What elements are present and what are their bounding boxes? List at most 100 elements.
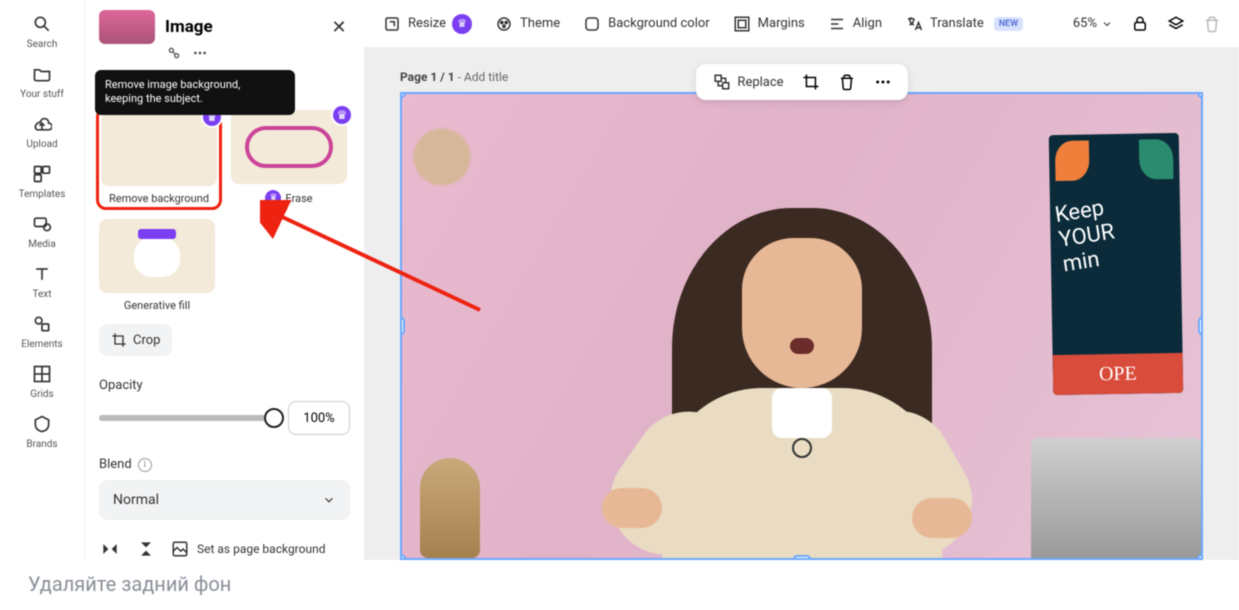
upload-icon xyxy=(30,112,54,136)
replace-button[interactable]: Replace xyxy=(711,72,783,92)
remove-bg-label: Remove background xyxy=(109,192,209,205)
lock-icon[interactable] xyxy=(1131,15,1149,33)
figure-caption: Удаляйте задний фон xyxy=(0,560,1239,608)
opacity-label: Opacity xyxy=(99,378,350,393)
selected-image-thumb[interactable] xyxy=(99,10,155,44)
bg-color-icon xyxy=(582,14,602,34)
canvas-area: Resize ♛ Theme Background color Margins … xyxy=(364,0,1239,560)
nav-brands-label: Brands xyxy=(26,439,57,450)
nav-search[interactable]: Search xyxy=(27,12,58,50)
resize-label: Resize xyxy=(408,16,446,31)
blend-select[interactable]: Normal xyxy=(99,480,350,520)
blend-value: Normal xyxy=(113,492,159,508)
slider-knob[interactable] xyxy=(264,408,284,428)
stage: Replace Page 1 / 1 - Add title KeepYOURm… xyxy=(364,48,1239,560)
margins-button[interactable]: Margins xyxy=(732,14,805,34)
more-icon[interactable] xyxy=(191,44,209,62)
opacity-slider[interactable] xyxy=(99,415,274,421)
chevron-down-icon xyxy=(1101,18,1113,30)
resize-handle[interactable] xyxy=(1197,554,1203,560)
nav-your-stuff-label: Your stuff xyxy=(20,89,64,100)
resize-icon xyxy=(382,14,402,34)
margins-icon xyxy=(732,14,752,34)
nav-text-label: Text xyxy=(32,289,51,300)
set-as-page-bg-button[interactable]: Set as page background xyxy=(171,540,325,558)
decor-vase xyxy=(420,458,480,558)
nav-elements[interactable]: Elements xyxy=(21,312,62,350)
remove-bg-tooltip: Remove image background, keeping the sub… xyxy=(95,70,295,115)
close-panel-button[interactable]: ✕ xyxy=(328,16,350,38)
layers-icon[interactable] xyxy=(1167,15,1185,33)
trash-icon[interactable] xyxy=(838,73,856,91)
nav-media[interactable]: Media xyxy=(28,212,56,250)
bg-color-label: Background color xyxy=(608,16,710,31)
floating-toolbar: Replace xyxy=(695,64,907,100)
text-icon xyxy=(30,262,54,286)
trash-icon[interactable] xyxy=(1203,15,1221,33)
replace-icon xyxy=(711,72,731,92)
decor-poster: KeepYOURmin OPE xyxy=(1049,133,1184,395)
nav-grids-label: Grids xyxy=(30,389,53,400)
premium-dot-icon: ♛ xyxy=(452,14,472,34)
theme-label: Theme xyxy=(520,16,560,31)
more-icon[interactable] xyxy=(874,73,892,91)
nav-search-label: Search xyxy=(27,39,58,50)
nav-templates[interactable]: Templates xyxy=(19,162,66,200)
canvas[interactable]: KeepYOURmin OPE xyxy=(400,92,1203,560)
new-badge: NEW xyxy=(994,17,1023,31)
erase-tile[interactable]: ♛ ♛ Erase xyxy=(231,110,347,207)
align-label: Align xyxy=(853,16,882,31)
translate-label: Translate xyxy=(930,16,984,31)
nav-your-stuff[interactable]: Your stuff xyxy=(20,62,64,100)
resize-handle[interactable] xyxy=(400,554,406,560)
align-icon xyxy=(827,14,847,34)
generative-fill-preview xyxy=(99,219,215,293)
nav-brands[interactable]: Brands xyxy=(26,412,57,450)
nav-templates-label: Templates xyxy=(19,189,66,200)
translate-icon xyxy=(904,14,924,34)
background-color-button[interactable]: Background color xyxy=(582,14,710,34)
theme-button[interactable]: Theme xyxy=(494,14,560,34)
remove-bg-preview: ♛ xyxy=(101,112,217,186)
zoom-value: 65% xyxy=(1073,16,1097,31)
flip-vertical-icon[interactable] xyxy=(135,538,157,560)
resize-handle[interactable] xyxy=(1198,317,1203,335)
resize-handle[interactable] xyxy=(400,92,406,98)
media-icon xyxy=(30,212,54,236)
theme-icon xyxy=(494,14,514,34)
tooltip-line1: Remove image background, xyxy=(105,78,240,91)
resize-handle[interactable] xyxy=(400,317,405,335)
crop-button[interactable]: Crop xyxy=(99,324,172,356)
brands-icon xyxy=(30,412,54,436)
zoom-control[interactable]: 65% xyxy=(1073,16,1113,31)
grids-icon xyxy=(30,362,54,386)
replace-label: Replace xyxy=(737,75,783,90)
decor-laptop xyxy=(1031,438,1201,558)
premium-dot-icon: ♛ xyxy=(265,190,281,206)
edit-image-icon[interactable] xyxy=(165,44,183,62)
page-bg-icon xyxy=(171,540,189,558)
generative-fill-tile[interactable]: Generative fill xyxy=(99,219,215,312)
nav-grids[interactable]: Grids xyxy=(30,362,54,400)
resize-button[interactable]: Resize ♛ xyxy=(382,14,472,34)
resize-handle[interactable] xyxy=(1197,92,1203,98)
nav-upload[interactable]: Upload xyxy=(26,112,57,150)
align-button[interactable]: Align xyxy=(827,14,882,34)
crop-icon xyxy=(111,332,127,348)
templates-icon xyxy=(30,162,54,186)
crop-icon[interactable] xyxy=(802,73,820,91)
opacity-value-input[interactable]: 100% xyxy=(288,401,350,435)
decor-plant xyxy=(412,124,472,234)
resize-handle[interactable] xyxy=(793,555,811,560)
flip-horizontal-icon[interactable] xyxy=(99,538,121,560)
nav-text[interactable]: Text xyxy=(30,262,54,300)
remove-background-tile[interactable]: ♛ Remove background xyxy=(96,107,222,210)
info-icon[interactable]: i xyxy=(138,458,152,472)
generative-fill-label: Generative fill xyxy=(124,299,190,312)
translate-button[interactable]: Translate NEW xyxy=(904,14,1023,34)
margins-label: Margins xyxy=(758,16,805,31)
erase-label: Erase xyxy=(285,192,312,205)
search-icon xyxy=(30,12,54,36)
blend-label: Blend i xyxy=(99,457,350,472)
left-nav: Search Your stuff Upload Templates Media… xyxy=(0,0,84,560)
